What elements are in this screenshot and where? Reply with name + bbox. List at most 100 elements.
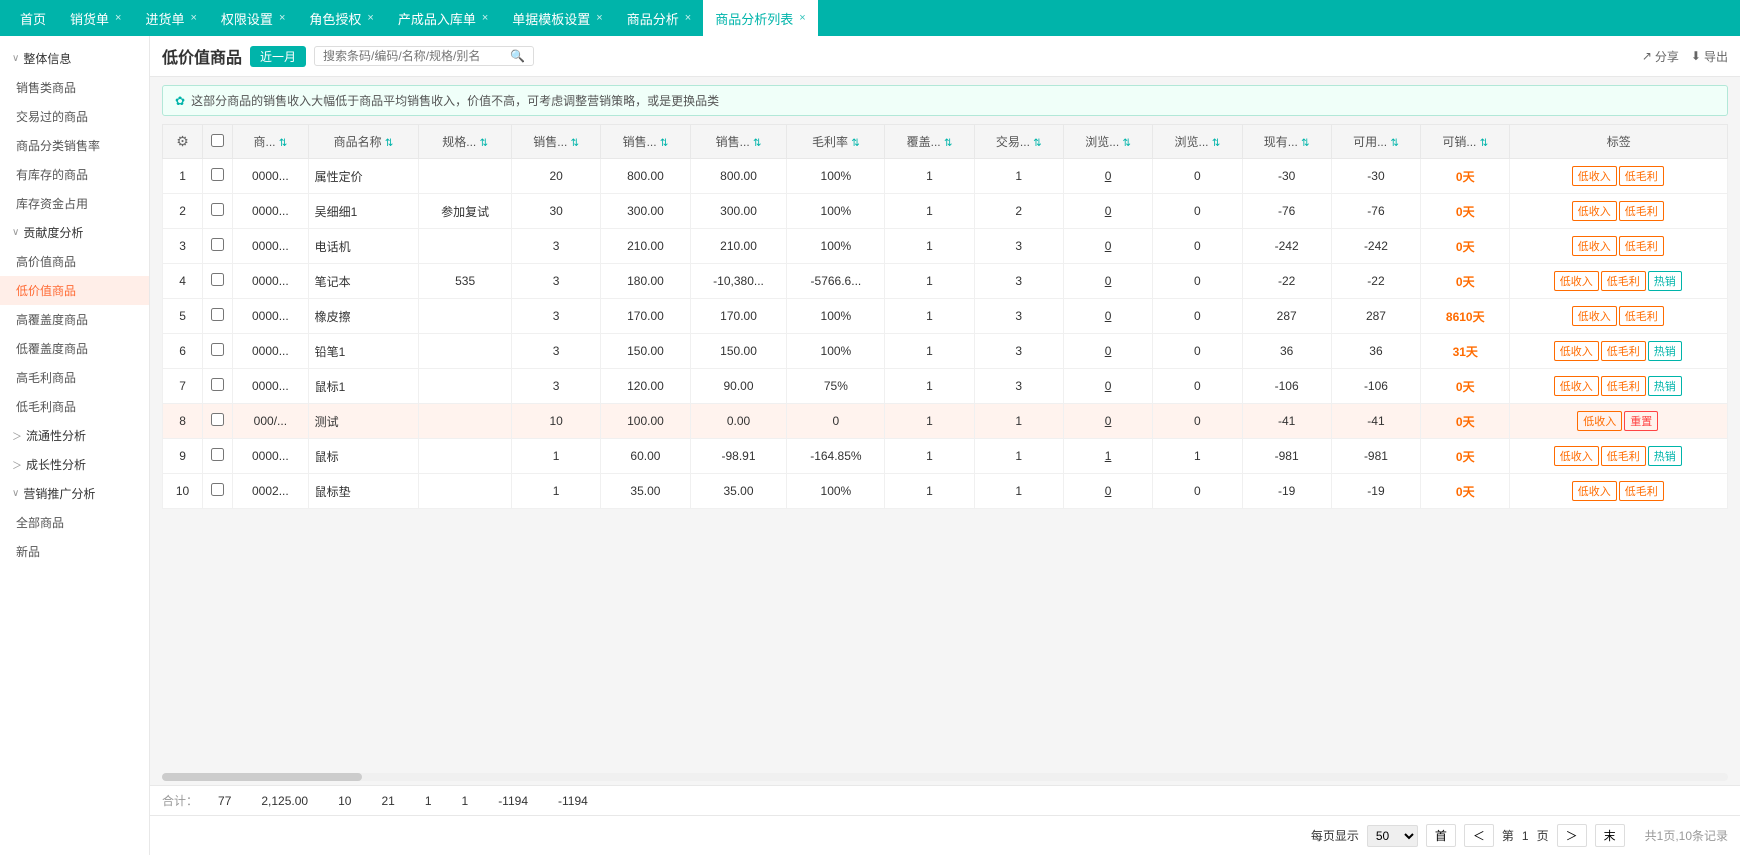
col-saleable[interactable]: 可销... ⇅	[1421, 125, 1510, 159]
cell-checkbox[interactable]	[203, 159, 233, 194]
sidebar-item-high-value[interactable]: 高价值商品	[0, 247, 149, 276]
row-checkbox[interactable]	[211, 168, 224, 181]
col-code[interactable]: 商... ⇅	[233, 125, 309, 159]
nav-purchase-order[interactable]: 进货单 ×	[133, 0, 208, 36]
cell-checkbox[interactable]	[203, 194, 233, 229]
close-icon[interactable]: ×	[799, 12, 805, 24]
cell-view1[interactable]: 0	[1063, 229, 1152, 264]
row-checkbox[interactable]	[211, 413, 224, 426]
sidebar-item-high-coverage[interactable]: 高覆盖度商品	[0, 305, 149, 334]
close-icon[interactable]: ×	[596, 12, 602, 24]
sidebar-item-low-margin[interactable]: 低毛利商品	[0, 392, 149, 421]
horizontal-scrollbar[interactable]	[162, 773, 1728, 781]
view1-value[interactable]: 0	[1105, 169, 1112, 183]
cell-view1[interactable]: 0	[1063, 334, 1152, 369]
period-button[interactable]: 近一月	[250, 46, 306, 67]
cell-view1[interactable]: 0	[1063, 194, 1152, 229]
select-all-checkbox[interactable]	[211, 134, 224, 147]
prev-page-button[interactable]: ＜	[1464, 824, 1494, 847]
row-checkbox[interactable]	[211, 343, 224, 356]
cell-view1[interactable]: 1	[1063, 439, 1152, 474]
nav-permission[interactable]: 权限设置 ×	[209, 0, 297, 36]
next-page-button[interactable]: ＞	[1557, 824, 1587, 847]
sidebar-item-low-coverage[interactable]: 低覆盖度商品	[0, 334, 149, 363]
col-spec[interactable]: 规格... ⇅	[419, 125, 512, 159]
view1-value[interactable]: 0	[1105, 204, 1112, 218]
col-checkbox[interactable]	[203, 125, 233, 159]
cell-view1[interactable]: 0	[1063, 474, 1152, 509]
export-button[interactable]: ⬇ 导出	[1691, 48, 1728, 65]
view1-value[interactable]: 0	[1105, 274, 1112, 288]
row-checkbox[interactable]	[211, 483, 224, 496]
sidebar-item-traded-products[interactable]: 交易过的商品	[0, 102, 149, 131]
sidebar-item-sales-products[interactable]: 销售类商品	[0, 73, 149, 102]
cell-checkbox[interactable]	[203, 369, 233, 404]
col-gear[interactable]: ⚙	[163, 125, 203, 159]
sidebar-group-marketing[interactable]: ∨ 营销推广分析	[0, 479, 149, 508]
view1-value[interactable]: 0	[1105, 379, 1112, 393]
col-view2[interactable]: 浏览... ⇅	[1153, 125, 1242, 159]
sidebar-item-new-products[interactable]: 新品	[0, 537, 149, 566]
search-icon[interactable]: 🔍	[510, 49, 525, 63]
col-avg-price[interactable]: 销售... ⇅	[690, 125, 787, 159]
col-current[interactable]: 现有... ⇅	[1242, 125, 1331, 159]
col-view1[interactable]: 浏览... ⇅	[1063, 125, 1152, 159]
row-checkbox[interactable]	[211, 308, 224, 321]
search-input[interactable]	[323, 49, 510, 63]
cell-checkbox[interactable]	[203, 404, 233, 439]
nav-template-settings[interactable]: 单据模板设置 ×	[500, 0, 614, 36]
sidebar-item-all-products[interactable]: 全部商品	[0, 508, 149, 537]
cell-checkbox[interactable]	[203, 439, 233, 474]
row-checkbox[interactable]	[211, 203, 224, 216]
view1-value[interactable]: 0	[1105, 344, 1112, 358]
sidebar-item-stock-products[interactable]: 有库存的商品	[0, 160, 149, 189]
col-name[interactable]: 商品名称 ⇅	[308, 125, 419, 159]
col-trade[interactable]: 交易... ⇅	[974, 125, 1063, 159]
cell-view1[interactable]: 0	[1063, 369, 1152, 404]
sidebar-group-circulation[interactable]: ＞ 流通性分析	[0, 421, 149, 450]
cell-view1[interactable]: 0	[1063, 299, 1152, 334]
close-icon[interactable]: ×	[685, 12, 691, 24]
sidebar-item-category-sales-rate[interactable]: 商品分类销售率	[0, 131, 149, 160]
nav-product-analysis-list[interactable]: 商品分析列表 ×	[703, 0, 817, 36]
col-coverage[interactable]: 覆盖... ⇅	[885, 125, 974, 159]
close-icon[interactable]: ×	[482, 12, 488, 24]
col-available[interactable]: 可用... ⇅	[1331, 125, 1420, 159]
close-icon[interactable]: ×	[115, 12, 121, 24]
sidebar-group-growth[interactable]: ＞ 成长性分析	[0, 450, 149, 479]
close-icon[interactable]: ×	[279, 12, 285, 24]
row-checkbox[interactable]	[211, 378, 224, 391]
nav-home[interactable]: 首页	[8, 0, 58, 36]
col-amount[interactable]: 销售... ⇅	[601, 125, 690, 159]
view1-value[interactable]: 0	[1105, 414, 1112, 428]
last-page-button[interactable]: 末	[1595, 824, 1625, 847]
sidebar-group-contribution[interactable]: ∨ 贡献度分析	[0, 218, 149, 247]
view1-value[interactable]: 0	[1105, 239, 1112, 253]
sidebar-item-high-margin[interactable]: 高毛利商品	[0, 363, 149, 392]
col-gross-margin[interactable]: 毛利率 ⇅	[787, 125, 885, 159]
nav-product-stock[interactable]: 产成品入库单 ×	[386, 0, 500, 36]
per-page-select[interactable]: 50 100 200	[1367, 825, 1418, 847]
sidebar-item-low-value[interactable]: 低价值商品	[0, 276, 149, 305]
cell-checkbox[interactable]	[203, 334, 233, 369]
nav-sales-order[interactable]: 销货单 ×	[58, 0, 133, 36]
row-checkbox[interactable]	[211, 448, 224, 461]
close-icon[interactable]: ×	[190, 12, 196, 24]
close-icon[interactable]: ×	[367, 12, 373, 24]
nav-product-analysis[interactable]: 商品分析 ×	[615, 0, 703, 36]
share-button[interactable]: ↗ 分享	[1642, 48, 1679, 65]
view1-value[interactable]: 0	[1105, 309, 1112, 323]
nav-role-auth[interactable]: 角色授权 ×	[297, 0, 385, 36]
cell-checkbox[interactable]	[203, 229, 233, 264]
col-qty[interactable]: 销售... ⇅	[512, 125, 601, 159]
sidebar-group-overall[interactable]: ∨ 整体信息	[0, 44, 149, 73]
gear-icon[interactable]: ⚙	[176, 133, 189, 149]
cell-view1[interactable]: 0	[1063, 159, 1152, 194]
view1-value[interactable]: 0	[1105, 484, 1112, 498]
cell-checkbox[interactable]	[203, 474, 233, 509]
row-checkbox[interactable]	[211, 238, 224, 251]
cell-checkbox[interactable]	[203, 299, 233, 334]
sidebar-item-stock-capital[interactable]: 库存资金占用	[0, 189, 149, 218]
row-checkbox[interactable]	[211, 273, 224, 286]
cell-view1[interactable]: 0	[1063, 404, 1152, 439]
